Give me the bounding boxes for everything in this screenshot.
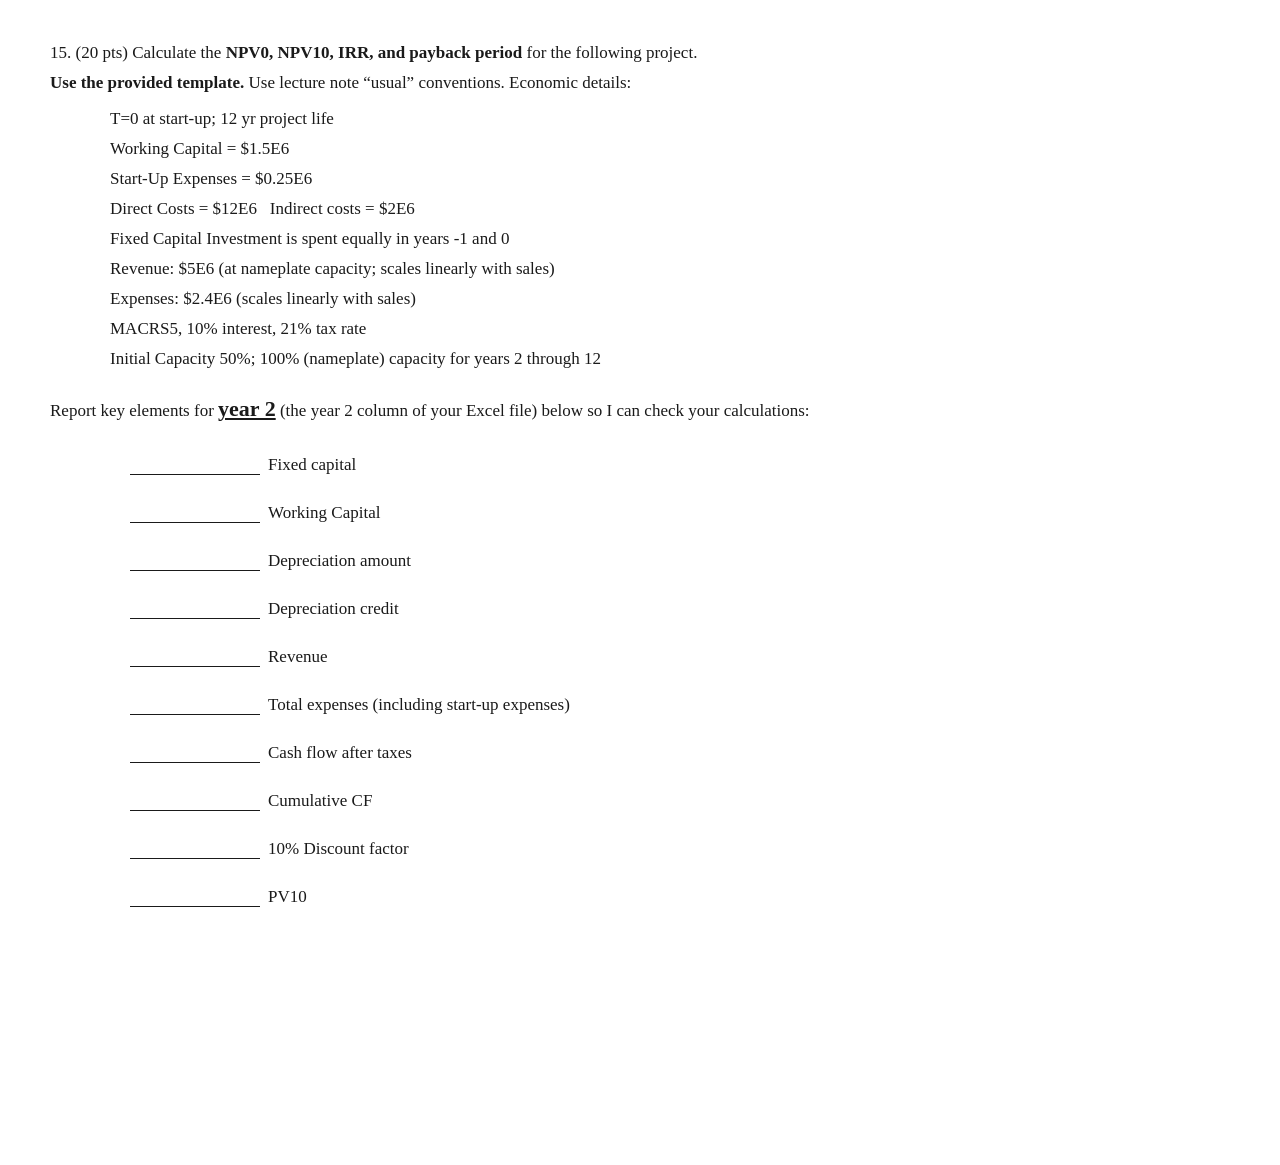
question-line2: Use the provided template. Use lecture n…: [50, 70, 1230, 96]
detail-1: Working Capital = $1.5E6: [110, 135, 1230, 163]
detail-4: Fixed Capital Investment is spent equall…: [110, 225, 1230, 253]
fill-in-label-cumulative-cf: Cumulative CF: [268, 791, 372, 811]
fill-in-item-discount-factor: 10% Discount factor: [130, 839, 1230, 859]
detail-8: Initial Capacity 50%; 100% (nameplate) c…: [110, 345, 1230, 373]
fill-in-item-revenue: Revenue: [130, 647, 1230, 667]
detail-5: Revenue: $5E6 (at nameplate capacity; sc…: [110, 255, 1230, 283]
fill-in-label-cash-flow: Cash flow after taxes: [268, 743, 412, 763]
fill-in-line-total-expenses: [130, 695, 260, 715]
fill-in-line-working-capital: [130, 503, 260, 523]
question-number: 15.: [50, 43, 71, 62]
question-container: 15. (20 pts) Calculate the NPV0, NPV10, …: [50, 40, 1230, 907]
fill-in-line-fixed-capital: [130, 455, 260, 475]
details-block: T=0 at start-up; 12 yr project life Work…: [110, 105, 1230, 373]
year2-label: year 2: [218, 396, 276, 421]
question-template-bold: Use the provided template.: [50, 73, 244, 92]
fill-in-label-discount-factor: 10% Discount factor: [268, 839, 409, 859]
question-line2-rest: Use lecture note “usual” conventions. Ec…: [248, 73, 631, 92]
fill-in-line-pv10: [130, 887, 260, 907]
question-intro2: for the following project.: [526, 43, 697, 62]
detail-0: T=0 at start-up; 12 yr project life: [110, 105, 1230, 133]
fill-in-item-pv10: PV10: [130, 887, 1230, 907]
fill-in-label-revenue: Revenue: [268, 647, 327, 667]
fill-in-label-total-expenses: Total expenses (including start-up expen…: [268, 695, 570, 715]
fill-in-line-depreciation-credit: [130, 599, 260, 619]
fill-in-label-depreciation-amount: Depreciation amount: [268, 551, 411, 571]
fill-in-line-depreciation-amount: [130, 551, 260, 571]
report-rest: (the year 2 column of your Excel file) b…: [280, 401, 810, 420]
fill-in-line-cumulative-cf: [130, 791, 260, 811]
fill-in-line-cash-flow: [130, 743, 260, 763]
fill-in-item-total-expenses: Total expenses (including start-up expen…: [130, 695, 1230, 715]
fill-in-label-fixed-capital: Fixed capital: [268, 455, 356, 475]
report-section: Report key elements for year 2 (the year…: [50, 391, 1230, 426]
detail-6: Expenses: $2.4E6 (scales linearly with s…: [110, 285, 1230, 313]
fill-in-line-revenue: [130, 647, 260, 667]
fill-in-line-discount-factor: [130, 839, 260, 859]
fill-in-item-depreciation-amount: Depreciation amount: [130, 551, 1230, 571]
report-intro: Report key elements for: [50, 401, 214, 420]
question-bold-terms: NPV0, NPV10, IRR, and payback period: [226, 43, 523, 62]
fill-in-label-working-capital: Working Capital: [268, 503, 380, 523]
fill-in-label-depreciation-credit: Depreciation credit: [268, 599, 399, 619]
question-intro: Calculate the: [132, 43, 221, 62]
fill-in-label-pv10: PV10: [268, 887, 307, 907]
question-intro-line1: 15. (20 pts) Calculate the NPV0, NPV10, …: [50, 40, 1230, 66]
fill-in-item-depreciation-credit: Depreciation credit: [130, 599, 1230, 619]
detail-3: Direct Costs = $12E6 Indirect costs = $2…: [110, 195, 1230, 223]
fill-in-item-working-capital: Working Capital: [130, 503, 1230, 523]
fill-in-item-fixed-capital: Fixed capital: [130, 455, 1230, 475]
fill-in-item-cash-flow: Cash flow after taxes: [130, 743, 1230, 763]
question-points: (20 pts): [76, 43, 128, 62]
detail-7: MACRS5, 10% interest, 21% tax rate: [110, 315, 1230, 343]
detail-2: Start-Up Expenses = $0.25E6: [110, 165, 1230, 193]
question-header: 15. (20 pts) Calculate the NPV0, NPV10, …: [50, 40, 1230, 95]
report-paragraph: Report key elements for year 2 (the year…: [50, 391, 1230, 426]
fill-in-item-cumulative-cf: Cumulative CF: [130, 791, 1230, 811]
fill-in-list: Fixed capital Working Capital Depreciati…: [130, 455, 1230, 907]
